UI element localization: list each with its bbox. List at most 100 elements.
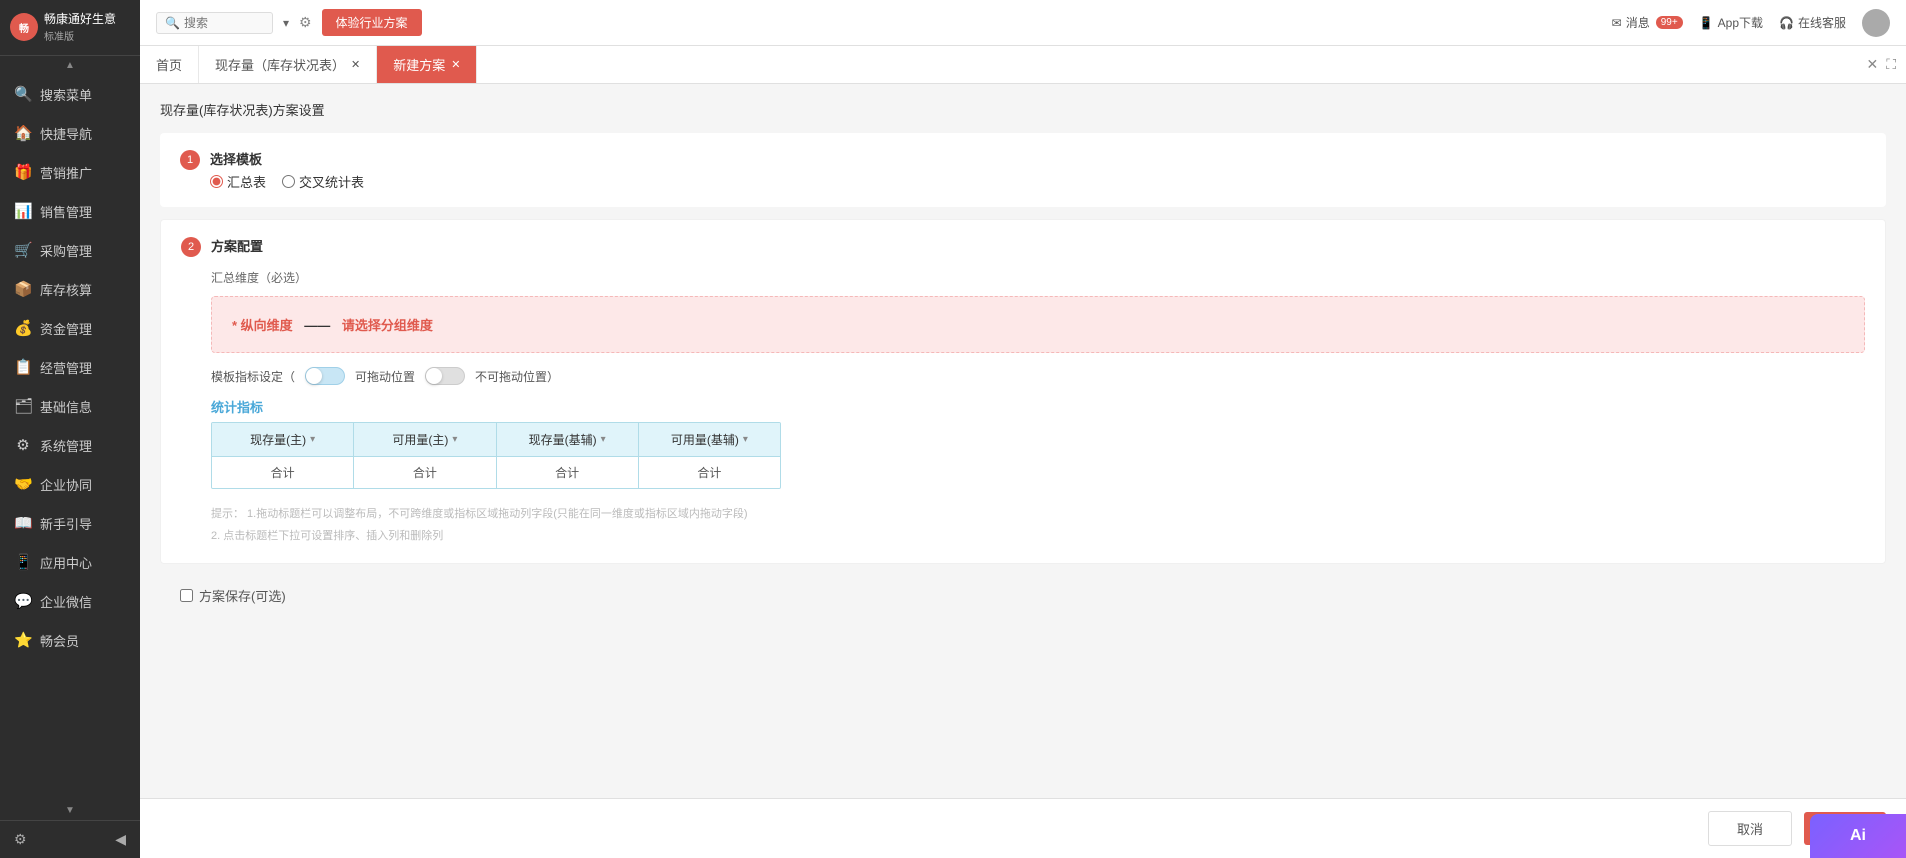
online-service-item[interactable]: 🎧 在线客服 — [1779, 14, 1846, 31]
stats-header-cell-3[interactable]: 可用量(基辅) ▾ — [639, 423, 780, 456]
gift-icon: 🎁 — [14, 163, 32, 181]
settings-icon[interactable]: ⚙ — [14, 831, 27, 848]
tab-inventory-status[interactable]: 现存量（库存状况表） ✕ — [199, 46, 377, 83]
sidebar-item-membership[interactable]: ⭐ 畅会员 — [0, 621, 140, 660]
chart-icon: 📊 — [14, 202, 32, 220]
expand-panel-icon[interactable]: ⛶ — [1886, 56, 1896, 73]
dim-required-box[interactable]: * 纵向维度 —— 请选择分组维度 — [211, 296, 1865, 353]
app-download-item[interactable]: 📱 App下载 — [1699, 14, 1763, 31]
trial-industry-button[interactable]: 体验行业方案 — [322, 9, 422, 36]
sidebar-item-label: 销售管理 — [40, 202, 92, 221]
star-icon: ⭐ — [14, 631, 32, 649]
message-label: 消息 — [1626, 14, 1650, 31]
app-download-label: App下载 — [1718, 14, 1763, 31]
main-area: 🔍 ▾ ⚙ 体验行业方案 ✉ 消息 99+ 📱 App下载 🎧 在线客服 — [140, 0, 1906, 858]
search-input[interactable] — [184, 16, 264, 30]
sidebar-item-inventory[interactable]: 📦 库存核算 — [0, 270, 140, 309]
tab-inventory-label: 现存量（库存状况表） — [215, 55, 345, 74]
sidebar-item-label: 资金管理 — [40, 319, 92, 338]
tab-new-plan-label: 新建方案 — [393, 55, 445, 74]
tab-home[interactable]: 首页 — [140, 46, 199, 83]
stats-col-label-1: 可用量(主) — [392, 431, 448, 448]
sidebar-item-label: 企业微信 — [40, 592, 92, 611]
sidebar-footer: ⚙ ◀ — [0, 820, 140, 858]
headset-icon: 🎧 — [1779, 16, 1794, 30]
dim-dash: —— — [304, 318, 330, 333]
step2-title: 方案配置 — [211, 236, 1865, 255]
sidebar-item-label: 基础信息 — [40, 397, 92, 416]
footer-bar: 取消 查询 — [140, 798, 1906, 858]
sidebar-logo: 畅 畅康通好生意 标准版 — [0, 0, 140, 56]
template-radio-group: 汇总表 交叉统计表 — [210, 172, 364, 191]
sidebar-item-marketing[interactable]: 🎁 营销推广 — [0, 153, 140, 192]
sidebar-item-search-menu[interactable]: 🔍 搜索菜单 — [0, 75, 140, 114]
save-row: 方案保存(可选) — [160, 576, 1886, 615]
sidebar-item-app-center[interactable]: 📱 应用中心 — [0, 543, 140, 582]
sidebar-item-label: 搜索菜单 — [40, 85, 92, 104]
message-item[interactable]: ✉ 消息 99+ — [1612, 14, 1683, 31]
ai-button[interactable]: Ai — [1810, 814, 1906, 858]
save-checkbox[interactable] — [180, 589, 193, 602]
dim-vertical-label: * 纵向维度 — [232, 318, 293, 333]
radio-summary-label: 汇总表 — [227, 172, 266, 191]
sidebar-item-label: 新手引导 — [40, 514, 92, 533]
sidebar-scroll-up[interactable]: ▲ — [0, 56, 140, 75]
stats-table: 现存量(主) ▾ 可用量(主) ▾ 现存量(基辅) ▾ — [211, 422, 781, 489]
search-icon: 🔍 — [165, 16, 180, 30]
sidebar-item-sales[interactable]: 📊 销售管理 — [0, 192, 140, 231]
sidebar-item-label: 采购管理 — [40, 241, 92, 260]
chevron-down-icon-2[interactable]: ▾ — [601, 434, 606, 445]
collapse-icon[interactable]: ◀ — [115, 831, 126, 848]
undraggable-toggle[interactable] — [425, 367, 465, 385]
sidebar-item-finance[interactable]: 💰 资金管理 — [0, 309, 140, 348]
folder-icon: 🗂 — [14, 397, 32, 415]
stats-cell-0-1: 合计 — [354, 457, 496, 488]
close-panel-icon[interactable]: ✕ — [1866, 56, 1878, 73]
radio-summary[interactable]: 汇总表 — [210, 172, 266, 191]
sidebar-item-system[interactable]: ⚙ 系统管理 — [0, 426, 140, 465]
sidebar-scroll-down[interactable]: ▼ — [0, 801, 140, 820]
stats-table-header: 现存量(主) ▾ 可用量(主) ▾ 现存量(基辅) ▾ — [212, 423, 780, 456]
draggable-toggle[interactable] — [305, 367, 345, 385]
sidebar: 畅 畅康通好生意 标准版 ▲ 🔍 搜索菜单 🏠 快捷导航 🎁 营销推广 📊 销售… — [0, 0, 140, 858]
stats-header-cell-0[interactable]: 现存量(主) ▾ — [212, 423, 354, 456]
tab-home-label: 首页 — [156, 55, 182, 74]
chevron-down-icon-1[interactable]: ▾ — [452, 434, 457, 445]
chevron-down-icon-0[interactable]: ▾ — [310, 434, 315, 445]
stats-header-cell-2[interactable]: 现存量(基辅) ▾ — [497, 423, 639, 456]
sidebar-item-label: 系统管理 — [40, 436, 92, 455]
sidebar-item-newbie[interactable]: 📖 新手引导 — [0, 504, 140, 543]
sidebar-item-basic-info[interactable]: 🗂 基础信息 — [0, 387, 140, 426]
tab-new-plan[interactable]: 新建方案 ✕ — [377, 46, 477, 83]
stats-col-label-3: 可用量(基辅) — [671, 431, 739, 448]
tabs-bar: 首页 现存量（库存状况表） ✕ 新建方案 ✕ ✕ ⛶ — [140, 46, 1906, 84]
tab-inventory-close[interactable]: ✕ — [351, 58, 360, 71]
dropdown-icon[interactable]: ▾ — [283, 16, 289, 30]
avatar[interactable] — [1862, 9, 1890, 37]
tab-new-plan-close[interactable]: ✕ — [451, 58, 460, 71]
stats-header-cell-1[interactable]: 可用量(主) ▾ — [354, 423, 496, 456]
handshake-icon: 🤝 — [14, 475, 32, 493]
save-checkbox-label: 方案保存(可选) — [199, 586, 286, 605]
indicator-setting-label-prefix: 模板指标设定（ — [211, 368, 295, 385]
topbar-gear-icon[interactable]: ⚙ — [299, 14, 312, 31]
sidebar-item-label: 畅会员 — [40, 631, 79, 650]
sidebar-item-purchase[interactable]: 🛒 采购管理 — [0, 231, 140, 270]
chevron-down-icon-3[interactable]: ▾ — [743, 434, 748, 445]
sidebar-item-management[interactable]: 📋 经营管理 — [0, 348, 140, 387]
cart-icon: 🛒 — [14, 241, 32, 259]
radio-cross[interactable]: 交叉统计表 — [282, 172, 364, 191]
home-icon: 🏠 — [14, 124, 32, 142]
ai-label: Ai — [1850, 827, 1866, 845]
topbar-search-box[interactable]: 🔍 — [156, 12, 273, 34]
message-icon: ✉ — [1612, 16, 1622, 30]
cancel-button[interactable]: 取消 — [1708, 811, 1792, 846]
step1-title: 选择模板 — [210, 149, 364, 168]
sidebar-item-enterprise[interactable]: 🤝 企业协同 — [0, 465, 140, 504]
tips-section: 提示： 1.拖动标题栏可以调整布局，不可跨维度或指标区域拖动列字段(只能在同一维… — [211, 505, 1865, 547]
sidebar-item-wechat[interactable]: 💬 企业微信 — [0, 582, 140, 621]
stats-cell-0-0: 合计 — [212, 457, 354, 488]
radio-cross-label: 交叉统计表 — [299, 172, 364, 191]
sidebar-item-quick-nav[interactable]: 🏠 快捷导航 — [0, 114, 140, 153]
logo-title: 畅康通好生意 — [44, 12, 116, 28]
